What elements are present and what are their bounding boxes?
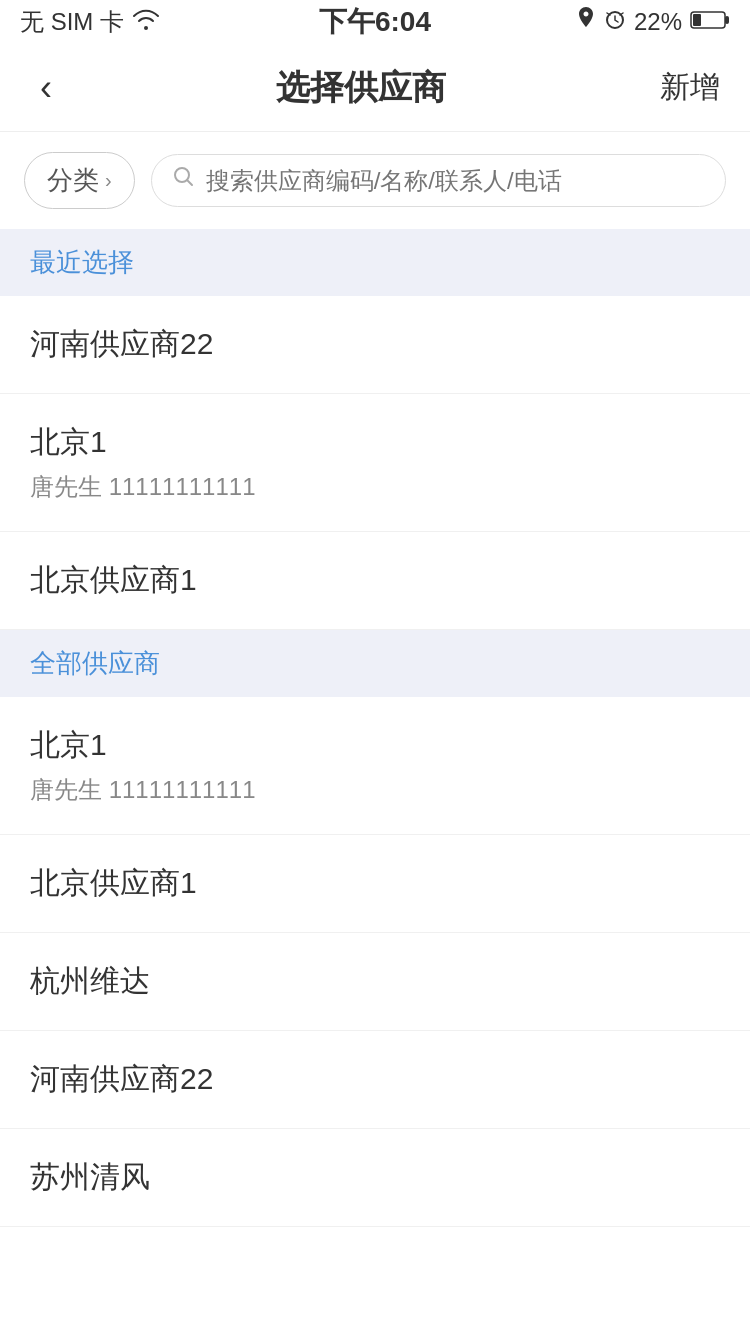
search-input[interactable] [206,167,705,195]
status-right: 22% [576,7,730,37]
location-icon [576,7,596,37]
list-item[interactable]: 苏州清风 [0,1129,750,1227]
add-button[interactable]: 新增 [660,67,720,108]
recent-section-label: 最近选择 [30,247,134,277]
svg-rect-2 [725,16,729,24]
chevron-right-icon: › [105,169,112,192]
nav-bar: ‹ 选择供应商 新增 [0,44,750,132]
list-item[interactable]: 北京1 唐先生 11111111111 [0,697,750,835]
recent-section-header: 最近选择 [0,229,750,296]
item-name: 北京1 [30,422,720,463]
list-item[interactable]: 北京供应商1 [0,532,750,630]
back-button[interactable]: ‹ [30,57,62,119]
svg-rect-3 [693,14,701,26]
item-name: 河南供应商22 [30,324,720,365]
wifi-icon [132,8,160,36]
all-section-header: 全部供应商 [0,630,750,697]
item-name: 苏州清风 [30,1157,720,1198]
item-name: 北京供应商1 [30,863,720,904]
search-icon [172,165,196,196]
alarm-icon [604,8,626,36]
status-bar: 无 SIM 卡 下午6:04 22% [0,0,750,44]
filter-bar: 分类 › [0,132,750,229]
item-name: 河南供应商22 [30,1059,720,1100]
battery-text: 22% [634,8,682,36]
list-item[interactable]: 北京供应商1 [0,835,750,933]
list-item[interactable]: 杭州维达 [0,933,750,1031]
recent-list: 河南供应商22 北京1 唐先生 11111111111 北京供应商1 [0,296,750,630]
carrier-text: 无 SIM 卡 [20,6,124,38]
list-item[interactable]: 河南供应商22 [0,296,750,394]
item-name: 杭州维达 [30,961,720,1002]
status-left: 无 SIM 卡 [20,6,160,38]
page-title: 选择供应商 [276,65,446,111]
battery-icon [690,8,730,36]
search-box [151,154,726,207]
item-name: 北京供应商1 [30,560,720,601]
item-name: 北京1 [30,725,720,766]
item-sub: 唐先生 11111111111 [30,471,720,503]
category-button[interactable]: 分类 › [24,152,135,209]
list-item[interactable]: 河南供应商22 [0,1031,750,1129]
all-section-label: 全部供应商 [30,648,160,678]
category-label: 分类 [47,163,99,198]
status-time: 下午6:04 [319,3,431,41]
list-item[interactable]: 北京1 唐先生 11111111111 [0,394,750,532]
item-sub: 唐先生 11111111111 [30,774,720,806]
all-list: 北京1 唐先生 11111111111 北京供应商1 杭州维达河南供应商22 苏州清风 [0,697,750,1227]
